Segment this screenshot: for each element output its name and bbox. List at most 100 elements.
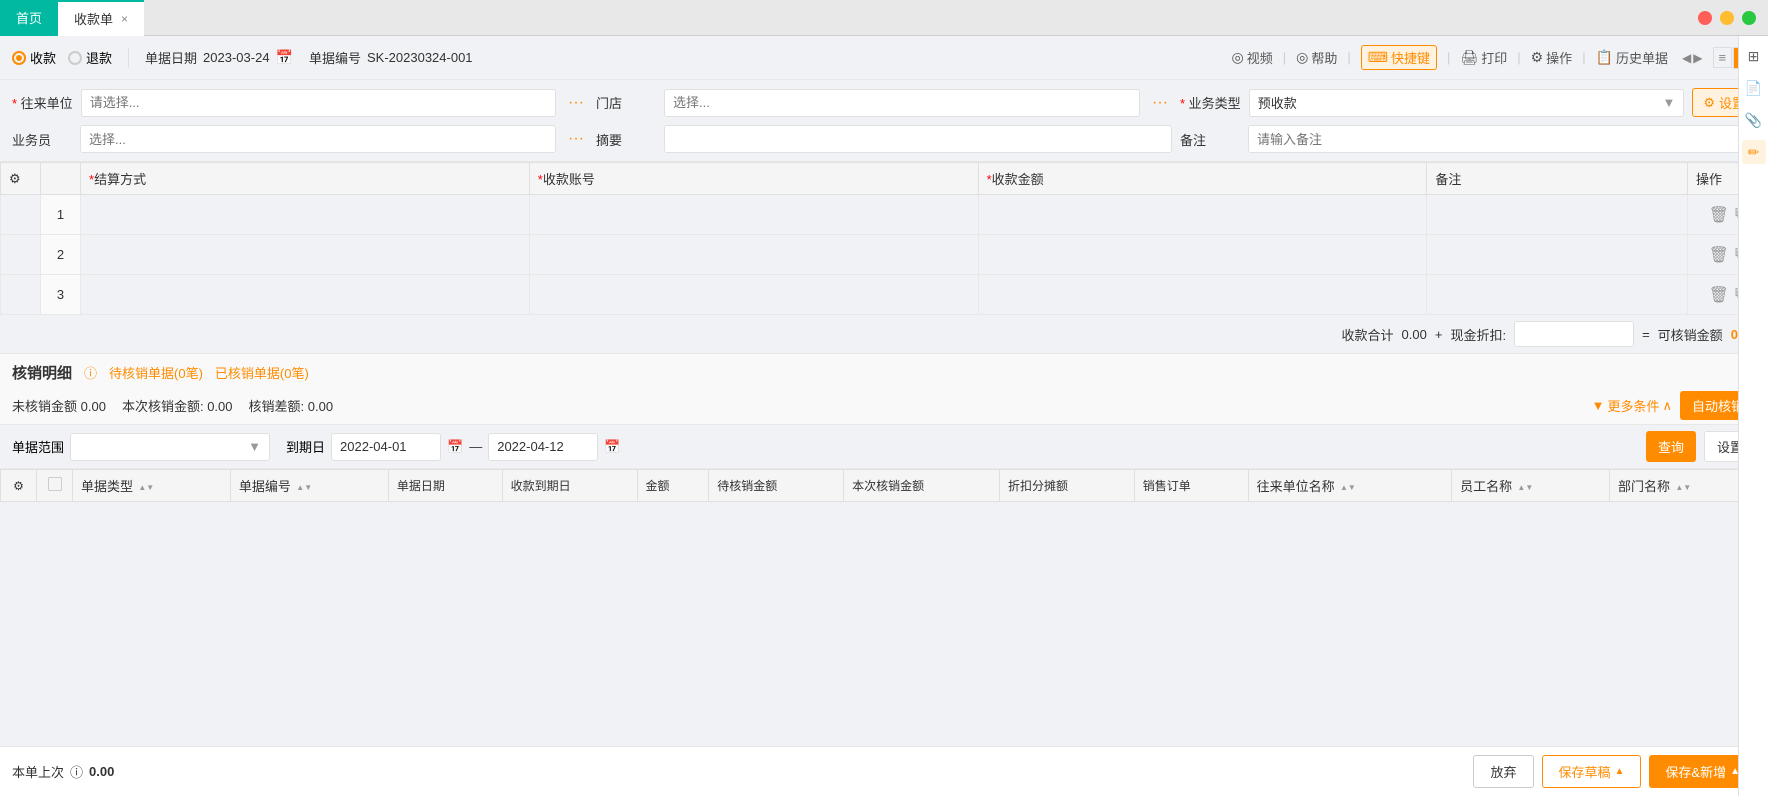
store-input[interactable] xyxy=(664,89,1140,117)
counterpart-more-icon[interactable]: ··· xyxy=(564,94,588,112)
bt-col-staff[interactable]: 员工名称 ▲▼ xyxy=(1452,470,1610,502)
unchecked-stat: 未核销金额 0.00 xyxy=(12,396,106,415)
bt-col-docnum[interactable]: 单据编号 ▲▼ xyxy=(230,470,388,502)
operate-label: 操作 xyxy=(1546,48,1572,67)
nav-prev-btn[interactable]: ◀ xyxy=(1682,51,1691,65)
total-value: 0.00 xyxy=(1402,327,1427,342)
counterpart-input[interactable] xyxy=(81,89,556,117)
current-label: 本次核销金额: xyxy=(122,399,204,414)
row3-delete-icon[interactable]: 🗑 xyxy=(1709,285,1729,305)
query-button[interactable]: 查询 xyxy=(1646,431,1696,462)
bt-col-settings[interactable]: ⚙ xyxy=(1,470,37,502)
calendar-icon[interactable]: 📅 xyxy=(276,49,293,66)
tab-home[interactable]: 首页 xyxy=(0,0,58,36)
row1-remark[interactable] xyxy=(1427,195,1688,235)
bt-col-counterpart[interactable]: 往来单位名称 ▲▼ xyxy=(1248,470,1451,502)
range-select[interactable]: ▼ xyxy=(70,433,270,461)
draft-button[interactable]: 保存草稿 ▲ xyxy=(1542,755,1642,788)
help-icon: ◎ xyxy=(1296,49,1308,66)
radio-refund[interactable]: 退款 xyxy=(68,48,112,67)
help-action[interactable]: ◎ 帮助 xyxy=(1296,48,1337,67)
row1-account[interactable] xyxy=(529,195,978,235)
history-action[interactable]: 📋 历史单据 xyxy=(1596,48,1668,67)
calendar-from-icon[interactable]: 📅 xyxy=(447,439,463,455)
staff-label: 业务员 xyxy=(12,130,72,149)
row1-delete-icon[interactable]: 🗑 xyxy=(1709,205,1729,225)
win-close-btn[interactable] xyxy=(1698,11,1712,25)
draft-arrow-icon: ▲ xyxy=(1615,766,1625,777)
row2-settlement[interactable] xyxy=(81,235,530,275)
more-conditions-link[interactable]: ▼ 更多条件 ∧ xyxy=(1592,396,1672,415)
video-action[interactable]: ◎ 视频 xyxy=(1232,48,1273,67)
sidebar-clip-icon[interactable]: 📎 xyxy=(1742,108,1766,132)
date-to-input[interactable] xyxy=(488,433,598,461)
right-sidebar: ⊞ 📄 📎 ✏ xyxy=(1738,36,1768,796)
toolbar: 收款 退款 单据日期 2023-03-24 📅 单据编号 SK-20230324… xyxy=(0,36,1768,80)
row2-remark[interactable] xyxy=(1427,235,1688,275)
table-header-row: ⚙ *结算方式 *收款账号 *收款金额 备注 操作 xyxy=(1,163,1768,195)
tab-receipt[interactable]: 收款单 × xyxy=(58,0,144,36)
row3-account[interactable] xyxy=(529,275,978,315)
business-type-select[interactable]: 预收款 ▼ xyxy=(1249,89,1685,117)
toolbar-divider-1 xyxy=(128,48,129,68)
store-more-icon[interactable]: ··· xyxy=(1148,94,1172,112)
row3-amount[interactable] xyxy=(978,275,1427,315)
info-icon[interactable]: ⓘ xyxy=(70,762,83,781)
row1-settlement[interactable] xyxy=(81,195,530,235)
done-tab[interactable]: 已核销单据(0笔) xyxy=(215,363,309,382)
bt-col-amount: 金额 xyxy=(637,470,709,502)
verify-actions: ▼ 更多条件 ∧ 自动核销 xyxy=(1592,391,1756,420)
chevron-icon: ∧ xyxy=(1662,398,1672,414)
sort-dept-icon: ▲▼ xyxy=(1675,483,1691,492)
row2-amount[interactable] xyxy=(978,235,1427,275)
doc-date-label: 单据日期 xyxy=(145,48,197,67)
sidebar-edit-icon[interactable]: ✏ xyxy=(1742,140,1766,164)
staff-input[interactable] xyxy=(80,125,556,153)
business-type-value: 预收款 xyxy=(1258,93,1297,112)
bt-col-check[interactable] xyxy=(37,470,73,502)
sidebar-table-icon[interactable]: ⊞ xyxy=(1742,44,1766,68)
row1-amount[interactable] xyxy=(978,195,1427,235)
sort-doctype-icon: ▲▼ xyxy=(138,483,154,492)
col-account-header: *收款账号 xyxy=(529,163,978,195)
table-settings-icon[interactable]: ⚙ xyxy=(9,171,21,186)
date-from-input[interactable] xyxy=(331,433,441,461)
row2-delete-icon[interactable]: 🗑 xyxy=(1709,245,1729,265)
calendar-to-icon[interactable]: 📅 xyxy=(604,439,620,455)
plus-sign: + xyxy=(1435,327,1443,342)
row2-account[interactable] xyxy=(529,235,978,275)
radio-receipt[interactable]: 收款 xyxy=(12,48,56,67)
col-settlement-header: *结算方式 xyxy=(81,163,530,195)
row3-settings xyxy=(1,275,41,315)
sidebar-doc-icon[interactable]: 📄 xyxy=(1742,76,1766,100)
operate-action[interactable]: ⚙ 操作 xyxy=(1531,48,1573,67)
win-max-btn[interactable] xyxy=(1742,11,1756,25)
diff-value: 0.00 xyxy=(308,399,333,414)
bt-col-doctype[interactable]: 单据类型 ▲▼ xyxy=(73,470,231,502)
radio-receipt-dot xyxy=(12,51,26,65)
form-row-1: 往来单位 ··· 门店 ··· 业务类型 预收款 ▼ ⚙ xyxy=(12,88,1756,117)
nav-next-btn[interactable]: ▶ xyxy=(1693,51,1702,65)
history-icon: 📋 xyxy=(1596,49,1613,66)
discount-input[interactable] xyxy=(1514,321,1634,347)
abandon-button[interactable]: 放弃 xyxy=(1473,755,1533,788)
shortcut-action[interactable]: ⌨ 快捷键 xyxy=(1361,45,1437,70)
current-label: 本单上次 xyxy=(12,762,64,781)
remark-input[interactable] xyxy=(1248,125,1756,153)
print-action[interactable]: 🖨 打印 xyxy=(1460,48,1507,67)
view-list-btn[interactable]: ≡ xyxy=(1713,47,1733,68)
counterpart-label: 往来单位 xyxy=(12,93,73,112)
select-all-checkbox[interactable] xyxy=(48,477,62,491)
row3-remark[interactable] xyxy=(1427,275,1688,315)
doc-date-value: 2023-03-24 xyxy=(203,50,270,65)
win-min-btn[interactable] xyxy=(1720,11,1734,25)
diff-label: 核销差额: xyxy=(249,399,305,414)
row3-settlement[interactable] xyxy=(81,275,530,315)
summary-input[interactable] xyxy=(664,125,1172,153)
tab-receipt-close[interactable]: × xyxy=(121,12,128,26)
bt-col-discount: 折扣分摊额 xyxy=(999,470,1134,502)
staff-more-icon[interactable]: ··· xyxy=(564,130,588,148)
col-settings-header[interactable]: ⚙ xyxy=(1,163,41,195)
verify-info-icon[interactable]: ⓘ xyxy=(84,363,97,382)
pending-tab[interactable]: 待核销单据(0笔) xyxy=(109,363,203,382)
